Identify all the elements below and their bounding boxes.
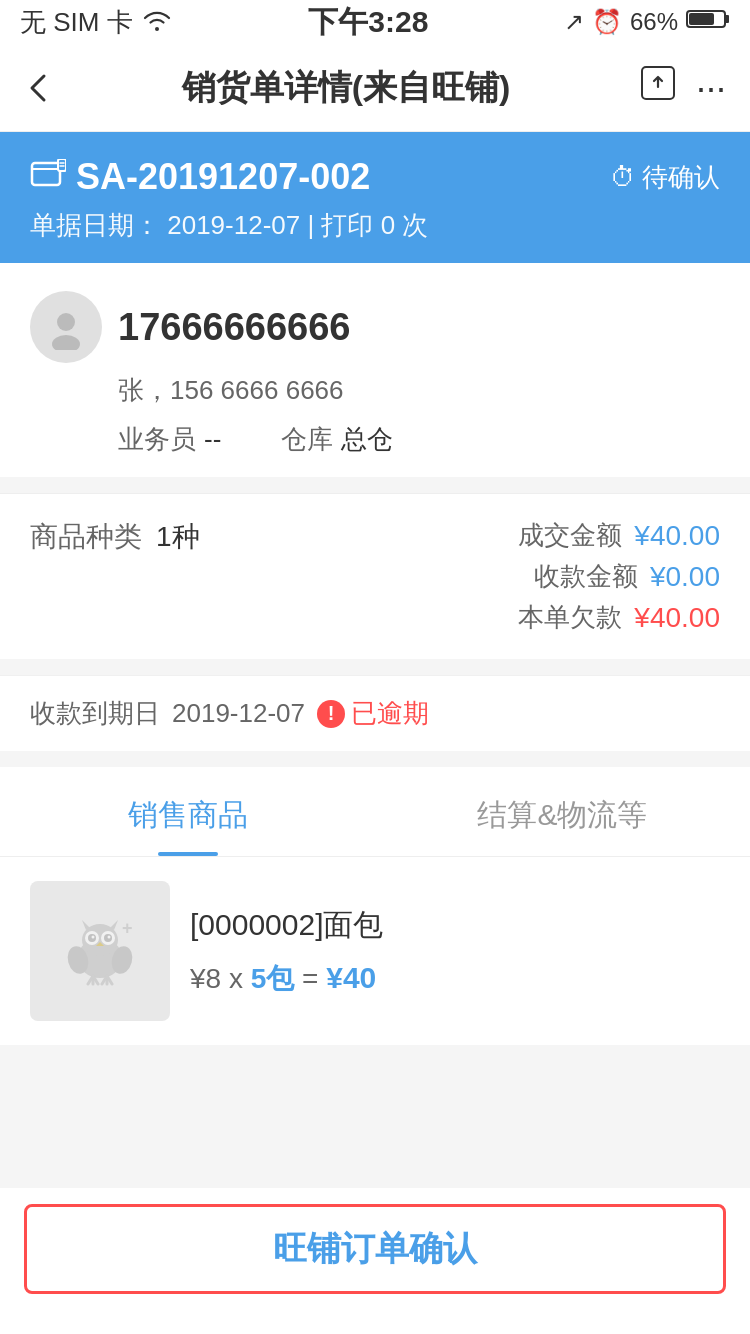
svg-point-7 xyxy=(52,335,80,350)
order-status: ⏱ 待确认 xyxy=(610,160,720,195)
payment-row: 收款金额 ¥0.00 xyxy=(534,559,720,594)
product-image: + xyxy=(30,881,170,1021)
svg-text:+: + xyxy=(122,918,133,938)
svg-point-16 xyxy=(92,936,95,939)
customer-meta: 业务员 -- 仓库 总仓 xyxy=(30,422,720,457)
order-id-text: SA-20191207-002 xyxy=(76,156,370,198)
summary-section: 商品种类 1种 成交金额 ¥40.00 收款金额 ¥0.00 本单欠款 ¥40.… xyxy=(0,493,750,659)
product-section: + [0000002]面包 ¥8 x 5包 = ¥40 xyxy=(0,857,750,1045)
tab-settlement[interactable]: 结算&物流等 xyxy=(375,767,750,856)
transaction-row: 成交金额 ¥40.00 xyxy=(518,518,720,553)
due-date-value: 2019-12-07 xyxy=(172,698,305,729)
due-date-label: 收款到期日 xyxy=(30,696,160,731)
product-placeholder-icon: + xyxy=(60,916,140,986)
overdue-text: 已逾期 xyxy=(351,696,429,731)
print-info: | 打印 0 次 xyxy=(307,210,428,240)
bottom-bar: 旺铺订单确认 xyxy=(0,1188,750,1334)
debt-row: 本单欠款 ¥40.00 xyxy=(518,600,720,635)
overdue-badge: ! 已逾期 xyxy=(317,696,429,731)
battery-status: 66% xyxy=(630,8,678,36)
category-label: 商品种类 xyxy=(30,518,142,556)
price-quantity: 5包 xyxy=(251,963,295,994)
tabs-container: 销售商品 结算&物流等 xyxy=(0,767,750,857)
section-divider xyxy=(0,751,750,767)
wifi-icon xyxy=(141,7,173,38)
product-name: [0000002]面包 xyxy=(190,905,720,946)
customer-contact: 张，156 6666 6666 xyxy=(30,373,720,408)
overdue-icon: ! xyxy=(317,700,345,728)
transaction-value: ¥40.00 xyxy=(634,520,720,552)
product-info: [0000002]面包 ¥8 x 5包 = ¥40 xyxy=(190,905,720,998)
tab-sales-label: 销售商品 xyxy=(128,798,248,831)
back-button[interactable] xyxy=(24,66,52,110)
svg-marker-11 xyxy=(110,920,118,930)
order-id: SA-20191207-002 xyxy=(30,156,370,198)
staff-label: 业务员 xyxy=(118,422,196,457)
order-date: 单据日期： 2019-12-07 | 打印 0 次 xyxy=(30,208,720,243)
svg-rect-1 xyxy=(725,15,729,23)
date-label: 单据日期： xyxy=(30,210,160,240)
nav-bar: 销货单详情(来自旺铺) ··· xyxy=(0,44,750,132)
price-total: ¥40 xyxy=(326,961,376,994)
warehouse-label: 仓库 xyxy=(281,422,333,457)
transaction-label: 成交金额 xyxy=(518,518,622,553)
svg-point-17 xyxy=(108,936,111,939)
payment-label: 收款金额 xyxy=(534,559,638,594)
status-bar-right: ↗ ⏰ 66% xyxy=(564,8,730,36)
customer-avatar xyxy=(30,291,102,363)
product-price-row: ¥8 x 5包 = ¥40 xyxy=(190,960,720,998)
page-title: 销货单详情(来自旺铺) xyxy=(182,65,511,111)
clock-icon: ⏱ xyxy=(610,162,636,193)
price-unit: ¥8 x xyxy=(190,963,251,994)
svg-rect-5 xyxy=(58,159,66,171)
date-value: 2019-12-07 xyxy=(167,210,300,240)
svg-point-6 xyxy=(57,313,75,331)
category-value: 1种 xyxy=(156,518,200,556)
tab-sales-products[interactable]: 销售商品 xyxy=(0,767,375,856)
share-icon[interactable] xyxy=(640,65,676,110)
status-bar-left: 无 SIM 卡 xyxy=(20,5,173,40)
svg-rect-2 xyxy=(689,13,714,25)
payment-value: ¥0.00 xyxy=(650,561,720,593)
alarm-icon: ⏰ xyxy=(592,8,622,36)
svg-marker-10 xyxy=(82,920,90,930)
order-icon xyxy=(30,158,66,197)
warehouse-value: 总仓 xyxy=(341,422,393,457)
svg-rect-4 xyxy=(32,163,60,185)
amounts-info: 成交金额 ¥40.00 收款金额 ¥0.00 本单欠款 ¥40.00 xyxy=(518,518,720,635)
category-info: 商品种类 1种 xyxy=(30,518,200,556)
debt-label: 本单欠款 xyxy=(518,600,622,635)
price-equals: = xyxy=(294,963,326,994)
customer-phone: 17666666666 xyxy=(118,306,350,349)
nav-actions: ··· xyxy=(640,65,726,110)
status-bar: 无 SIM 卡 下午3:28 ↗ ⏰ 66% xyxy=(0,0,750,44)
status-bar-time: 下午3:28 xyxy=(308,2,428,43)
staff-value: -- xyxy=(204,424,221,455)
product-item: + [0000002]面包 ¥8 x 5包 = ¥40 xyxy=(30,881,720,1021)
customer-section: 17666666666 张，156 6666 6666 业务员 -- 仓库 总仓 xyxy=(0,263,750,477)
due-date-section: 收款到期日 2019-12-07 ! 已逾期 xyxy=(0,675,750,751)
staff-info: 业务员 -- xyxy=(118,422,221,457)
more-icon[interactable]: ··· xyxy=(696,67,726,109)
status-text: 待确认 xyxy=(642,160,720,195)
warehouse-info: 仓库 总仓 xyxy=(281,422,393,457)
tab-settlement-label: 结算&物流等 xyxy=(477,798,647,831)
header-card: SA-20191207-002 ⏱ 待确认 单据日期： 2019-12-07 |… xyxy=(0,132,750,263)
location-icon: ↗ xyxy=(564,8,584,36)
debt-value: ¥40.00 xyxy=(634,602,720,634)
confirm-order-button[interactable]: 旺铺订单确认 xyxy=(24,1204,726,1294)
sim-status: 无 SIM 卡 xyxy=(20,5,133,40)
battery-icon xyxy=(686,8,730,36)
